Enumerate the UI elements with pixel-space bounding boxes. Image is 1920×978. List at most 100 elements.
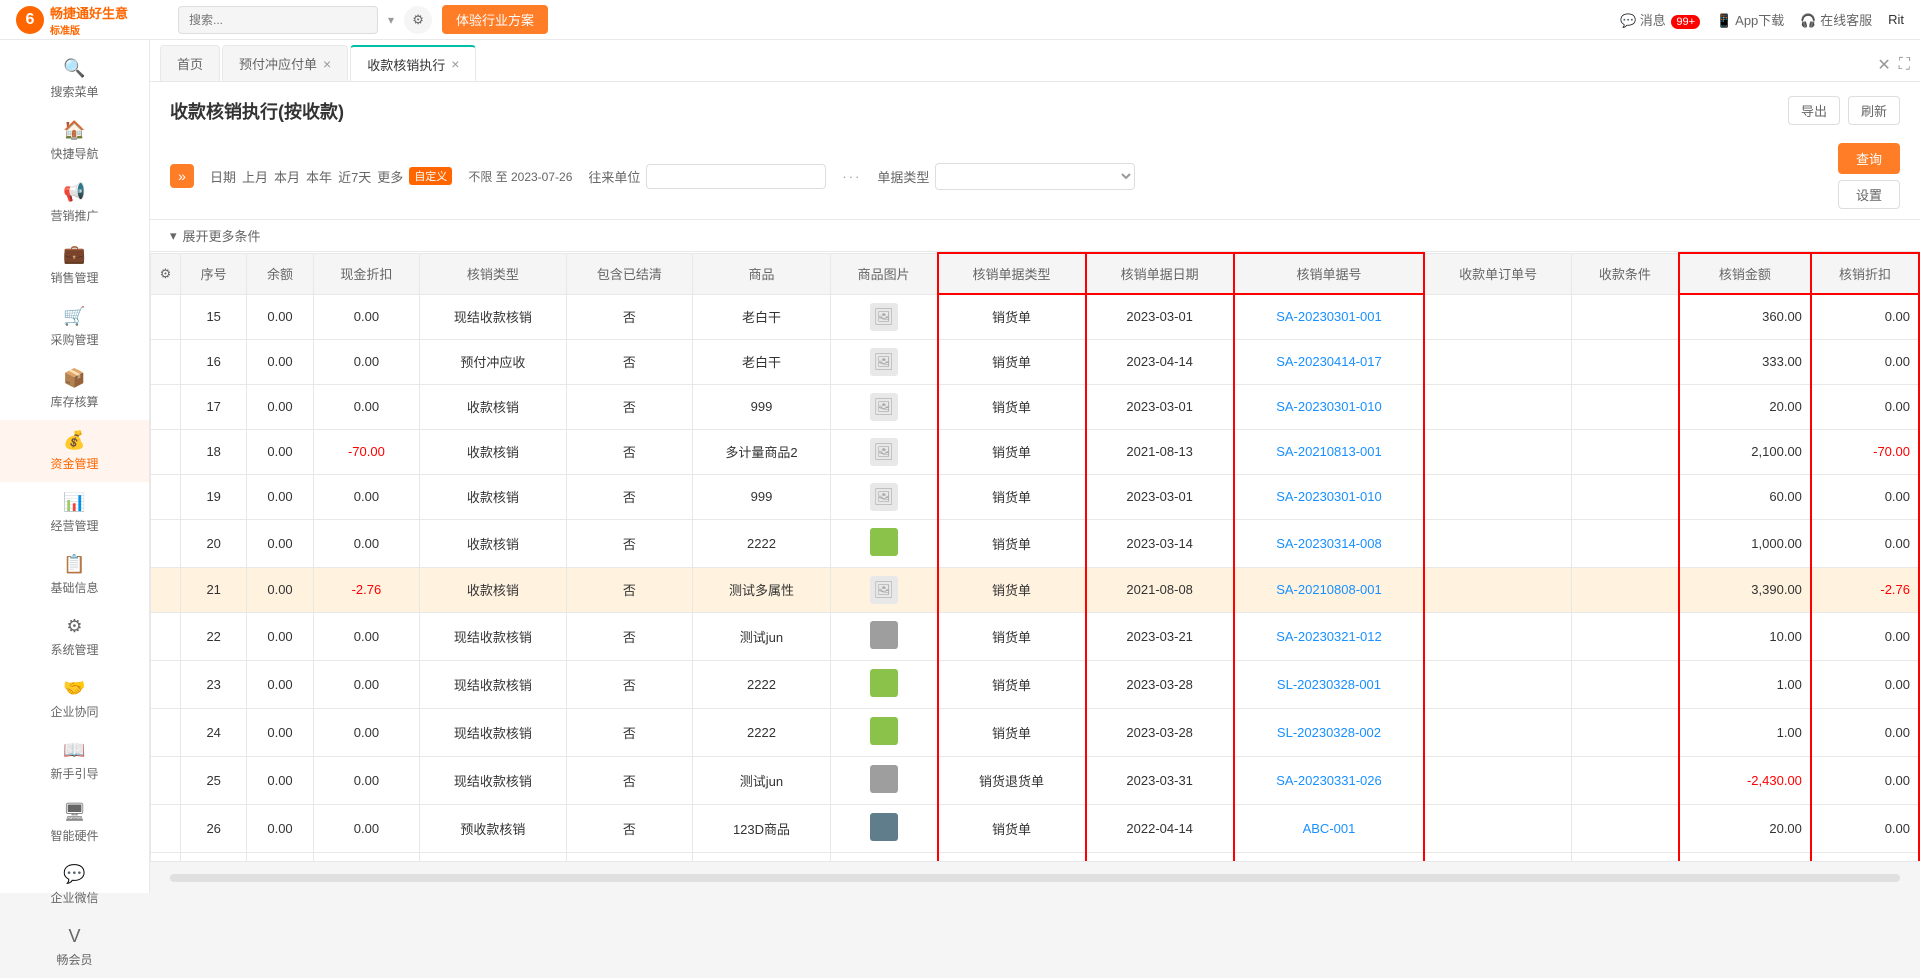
cell-writeoff-doc-no[interactable]: SL-20230408-001 xyxy=(1234,852,1425,861)
writeoff-doc-link[interactable]: SA-20230414-017 xyxy=(1276,354,1382,369)
writeoff-doc-link[interactable]: SA-20210813-001 xyxy=(1276,444,1382,459)
cell-settings xyxy=(151,756,181,804)
tab-writeoff[interactable]: 收款核销执行 × xyxy=(350,45,476,81)
filter-date-this-month[interactable]: 本月 xyxy=(274,167,300,186)
filter-unit-input[interactable] xyxy=(646,164,826,189)
cell-goods: 老白干 xyxy=(693,294,831,339)
sidebar-item-finance[interactable]: 💰 资金管理 xyxy=(0,420,149,482)
cell-writeoff-doc-no[interactable]: SL-20230328-002 xyxy=(1234,708,1425,756)
cell-writeoff-doc-no[interactable]: SA-20210813-001 xyxy=(1234,429,1425,474)
writeoff-doc-link[interactable]: SA-20230314-008 xyxy=(1276,536,1382,551)
sidebar-item-operation[interactable]: 📊 经营管理 xyxy=(0,482,149,544)
cell-goods: 999 xyxy=(693,474,831,519)
writeoff-doc-link[interactable]: SA-20230301-010 xyxy=(1276,399,1382,414)
filter-expand-icon[interactable]: » xyxy=(170,164,194,188)
writeoff-doc-link[interactable]: SA-20210808-001 xyxy=(1276,582,1382,597)
sidebar-item-purchase[interactable]: 🛒 采购管理 xyxy=(0,296,149,358)
expand-more-bar[interactable]: ▾ 展开更多条件 xyxy=(150,220,1920,252)
cell-writeoff-doc-no[interactable]: SA-20210808-001 xyxy=(1234,567,1425,612)
filter-date-7days[interactable]: 近7天 xyxy=(338,167,371,186)
tab-prepay-close[interactable]: × xyxy=(323,56,331,72)
cell-goods-image: 🖼 xyxy=(830,294,937,339)
cell-writeoff-doc-no[interactable]: SA-20230301-010 xyxy=(1234,474,1425,519)
filter-date-last-month[interactable]: 上月 xyxy=(242,167,268,186)
sidebar-item-member[interactable]: V 畅会员 xyxy=(0,916,149,978)
app-download-link[interactable]: 📱 App下载 xyxy=(1716,10,1784,29)
cell-include-settled: 否 xyxy=(566,852,693,861)
cell-writeoff-doc-no[interactable]: SA-20230301-001 xyxy=(1234,294,1425,339)
cell-goods: 衣服00001 xyxy=(693,852,831,861)
filter-date-more[interactable]: 更多 xyxy=(377,167,403,186)
cell-goods: 123D商品 xyxy=(693,804,831,852)
settings-btn[interactable]: 设置 xyxy=(1838,180,1900,209)
cell-writeoff-doc-date: 2023-03-01 xyxy=(1086,474,1234,519)
industry-btn[interactable]: 体验行业方案 xyxy=(442,5,548,34)
cell-receipt-condition xyxy=(1572,852,1679,861)
writeoff-doc-link[interactable]: SA-20230301-001 xyxy=(1276,309,1382,324)
sidebar-item-system[interactable]: ⚙ 系统管理 xyxy=(0,606,149,668)
cell-writeoff-doc-no[interactable]: SA-20230321-012 xyxy=(1234,612,1425,660)
cell-receipt-condition xyxy=(1572,294,1679,339)
sidebar-item-collab[interactable]: 🤝 企业协同 xyxy=(0,668,149,730)
sidebar-item-inventory[interactable]: 📦 库存核算 xyxy=(0,358,149,420)
cell-writeoff-doc-date: 2021-08-13 xyxy=(1086,429,1234,474)
filter-date-this-year[interactable]: 本年 xyxy=(306,167,332,186)
notification-icon[interactable]: 💬 消息 99+ xyxy=(1620,10,1700,29)
table-row: 15 0.00 0.00 现结收款核销 否 老白干 🖼 销货单 2023-03-… xyxy=(151,294,1920,339)
tab-writeoff-close[interactable]: × xyxy=(451,56,459,72)
close-window-icon[interactable]: ✕ xyxy=(1877,55,1890,75)
filter-dots: ··· xyxy=(842,169,861,184)
table-container[interactable]: ⚙ 序号 余额 现金折扣 核销类型 包含已结清 商品 商品图片 核销单据类型 核… xyxy=(150,252,1920,861)
query-btn[interactable]: 查询 xyxy=(1838,143,1900,174)
filter-unit-group: 往来单位 xyxy=(588,164,826,189)
notification-badge: 99+ xyxy=(1671,15,1700,29)
sidebar-item-guide[interactable]: 📖 新手引导 xyxy=(0,730,149,792)
tab-home[interactable]: 首页 xyxy=(160,45,220,81)
writeoff-doc-link[interactable]: SA-20230321-012 xyxy=(1276,629,1382,644)
cell-writeoff-doc-no[interactable]: SA-20230414-017 xyxy=(1234,339,1425,384)
sidebar-item-basic[interactable]: 📋 基础信息 xyxy=(0,544,149,606)
cell-receipt-order-no xyxy=(1424,294,1571,339)
sidebar-item-quick-nav[interactable]: 🏠 快捷导航 xyxy=(0,110,149,172)
cell-goods-image: 🖼 xyxy=(830,852,937,861)
cell-writeoff-doc-date: 2023-03-01 xyxy=(1086,294,1234,339)
guide-icon: 📖 xyxy=(63,740,85,761)
cell-writeoff-doc-no[interactable]: ABC-001 xyxy=(1234,804,1425,852)
sidebar-item-marketing[interactable]: 📢 营销推广 xyxy=(0,172,149,234)
search-input-top[interactable] xyxy=(178,6,378,34)
sidebar-item-wechat[interactable]: 💬 企业微信 xyxy=(0,854,149,916)
col-settings[interactable]: ⚙ xyxy=(151,253,181,294)
filter-custom-badge[interactable]: 自定义 xyxy=(409,167,452,185)
cell-goods-image xyxy=(830,519,937,567)
dropdown-arrow-icon[interactable]: ▾ xyxy=(388,13,394,27)
hardware-icon: 🖥 xyxy=(63,802,86,823)
cell-settings xyxy=(151,804,181,852)
cell-writeoff-doc-type: 销货单 xyxy=(938,852,1086,861)
refresh-btn[interactable]: 刷新 xyxy=(1848,96,1900,125)
online-service-link[interactable]: 🎧 在线客服 xyxy=(1800,10,1872,29)
writeoff-doc-link[interactable]: SA-20230331-026 xyxy=(1276,773,1382,788)
cell-writeoff-doc-no[interactable]: SA-20230301-010 xyxy=(1234,384,1425,429)
writeoff-doc-link[interactable]: SA-20230301-010 xyxy=(1276,489,1382,504)
sidebar-item-hardware[interactable]: 🖥 智能硬件 xyxy=(0,792,149,854)
sidebar-item-sales[interactable]: 💼 销售管理 xyxy=(0,234,149,296)
cell-writeoff-doc-no[interactable]: SL-20230328-001 xyxy=(1234,660,1425,708)
filter-doctype-select[interactable] xyxy=(935,163,1135,190)
writeoff-doc-link[interactable]: SL-20230328-002 xyxy=(1277,725,1381,740)
cell-settings xyxy=(151,567,181,612)
logo-icon: 6 xyxy=(16,6,44,34)
cell-writeoff-doc-no[interactable]: SA-20230331-026 xyxy=(1234,756,1425,804)
col-writeoff-type: 核销类型 xyxy=(420,253,567,294)
export-btn[interactable]: 导出 xyxy=(1788,96,1840,125)
maximize-window-icon[interactable]: ⛶ xyxy=(1899,56,1910,74)
cell-writeoff-doc-no[interactable]: SA-20230314-008 xyxy=(1234,519,1425,567)
cell-writeoff-doc-type: 销货单 xyxy=(938,429,1086,474)
sidebar-item-search[interactable]: 🔍 搜索菜单 xyxy=(0,48,149,110)
cell-include-settled: 否 xyxy=(566,339,693,384)
settings-icon[interactable]: ⚙ xyxy=(404,6,432,34)
writeoff-doc-link[interactable]: SL-20230328-001 xyxy=(1277,677,1381,692)
horizontal-scrollbar[interactable] xyxy=(170,874,1900,882)
tab-prepay[interactable]: 预付冲应付单 × xyxy=(222,45,348,81)
purchase-icon: 🛒 xyxy=(63,306,85,327)
writeoff-doc-link[interactable]: ABC-001 xyxy=(1303,821,1356,836)
